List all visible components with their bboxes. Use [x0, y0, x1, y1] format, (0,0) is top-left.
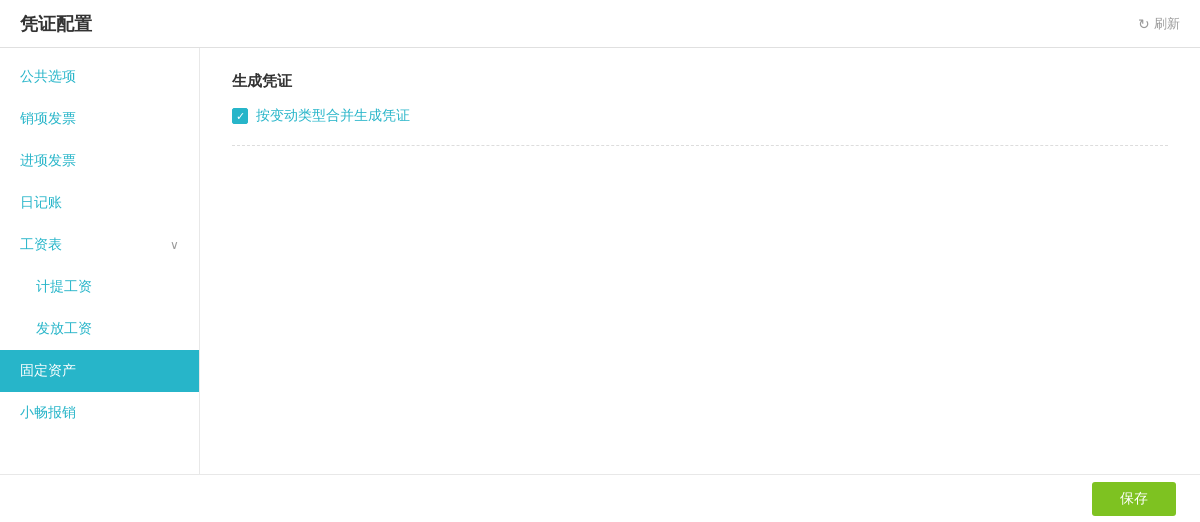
sidebar-item-label: 销项发票	[20, 110, 76, 128]
sidebar-item-label: 计提工资	[36, 278, 92, 296]
chevron-down-icon: ∨	[170, 238, 179, 252]
sidebar-item-sales-invoice[interactable]: 销项发票	[0, 98, 199, 140]
page-header: 凭证配置 ↻ 刷新	[0, 0, 1200, 48]
refresh-label: 刷新	[1154, 15, 1180, 33]
sidebar-item-payroll[interactable]: 工资表 ∨	[0, 224, 199, 266]
content-area: 生成凭证 按变动类型合并生成凭证	[200, 48, 1200, 474]
sidebar-item-label: 日记账	[20, 194, 62, 212]
main-layout: 公共选项 销项发票 进项发票 日记账 工资表 ∨ 计提工资 发放工资 固定资产 …	[0, 48, 1200, 474]
sidebar-item-label: 小畅报销	[20, 404, 76, 422]
sidebar-item-expense[interactable]: 小畅报销	[0, 392, 199, 434]
sidebar: 公共选项 销项发票 进项发票 日记账 工资表 ∨ 计提工资 发放工资 固定资产 …	[0, 48, 200, 474]
refresh-button[interactable]: ↻ 刷新	[1138, 15, 1180, 33]
sidebar-item-label: 固定资产	[20, 362, 76, 380]
sidebar-item-payment[interactable]: 发放工资	[0, 308, 199, 350]
sidebar-item-journal[interactable]: 日记账	[0, 182, 199, 224]
sidebar-item-label: 发放工资	[36, 320, 92, 338]
merge-checkbox[interactable]	[232, 108, 248, 124]
checkbox-row: 按变动类型合并生成凭证	[232, 107, 1168, 125]
refresh-icon: ↻	[1138, 16, 1150, 32]
sidebar-item-label: 公共选项	[20, 68, 76, 86]
checkbox-label: 按变动类型合并生成凭证	[256, 107, 410, 125]
save-button[interactable]: 保存	[1092, 482, 1176, 516]
page-footer: 保存	[0, 474, 1200, 522]
sidebar-item-label: 进项发票	[20, 152, 76, 170]
sidebar-item-fixed-assets[interactable]: 固定资产	[0, 350, 199, 392]
sidebar-item-accrual[interactable]: 计提工资	[0, 266, 199, 308]
sidebar-item-label: 工资表	[20, 236, 62, 254]
section-title: 生成凭证	[232, 72, 1168, 91]
sidebar-item-purchase-invoice[interactable]: 进项发票	[0, 140, 199, 182]
page-title: 凭证配置	[20, 12, 92, 36]
sidebar-item-public[interactable]: 公共选项	[0, 56, 199, 98]
section-divider	[232, 145, 1168, 146]
